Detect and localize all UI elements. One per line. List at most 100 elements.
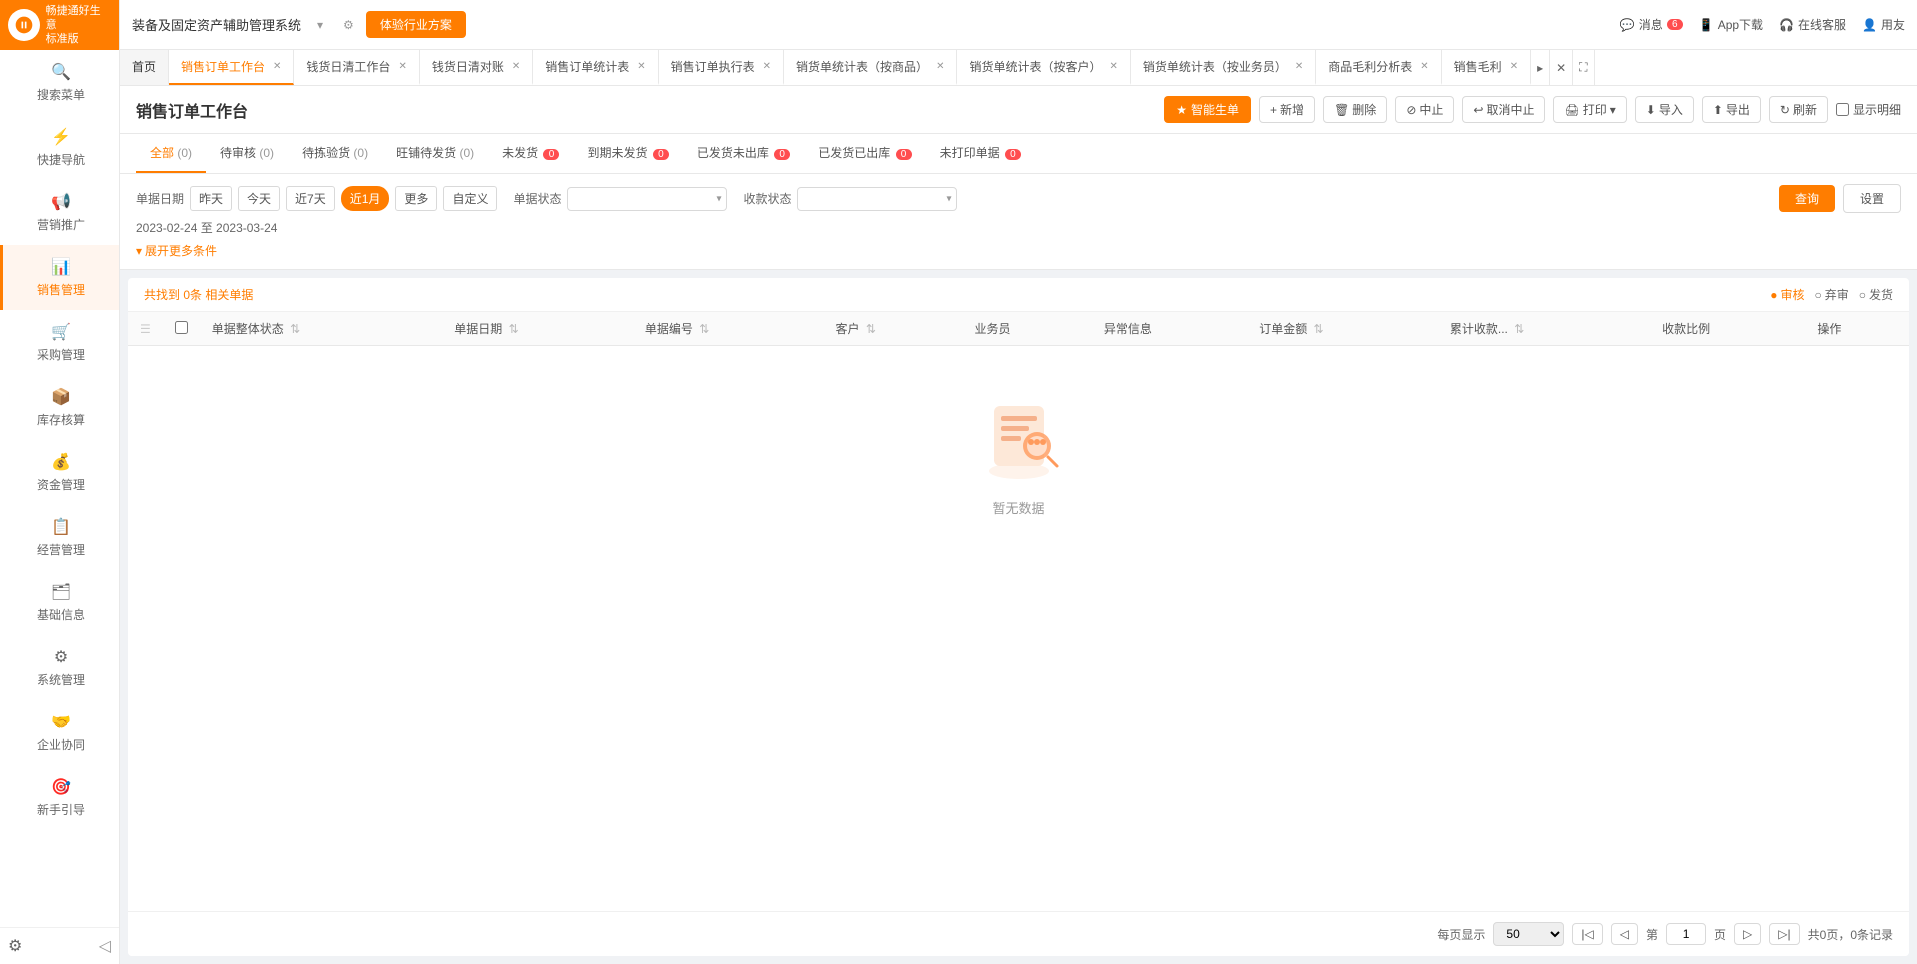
tab-close-gross-profit[interactable]: ✕ bbox=[1420, 61, 1428, 72]
payment-select[interactable] bbox=[797, 187, 957, 211]
sidebar-item-cooperation[interactable]: 🤝 企业协同 bbox=[0, 700, 119, 765]
table-scroll[interactable]: ☰ 单据整体状态 ⇅ 单据日期 ⇅ 单据编号 bbox=[128, 312, 1909, 911]
tab-sales-by-customer[interactable]: 销货单统计表（按客户） ✕ bbox=[957, 50, 1130, 85]
main-area: 装备及固定资产辅助管理系统 ▾ ⚙ 体验行业方案 💬 消息 6 📱 App下载 … bbox=[120, 0, 1917, 964]
filter-tab-shipped-not-out[interactable]: 已发货未出库 0 bbox=[683, 134, 804, 173]
prev-page-btn[interactable]: ◁ bbox=[1611, 923, 1638, 945]
tab-home[interactable]: 首页 bbox=[120, 50, 169, 85]
tab-cash-reconcile[interactable]: 钱货日清对账 ✕ bbox=[420, 50, 533, 85]
cancel-review-btn[interactable]: ○ 弃审 bbox=[1814, 286, 1848, 303]
add-btn[interactable]: + 新增 bbox=[1259, 96, 1315, 123]
tab-sales-exec[interactable]: 销售订单执行表 ✕ bbox=[659, 50, 784, 85]
first-page-btn[interactable]: |◁ bbox=[1572, 923, 1602, 945]
filter-tab-wangpu[interactable]: 旺铺待发货 (0) bbox=[382, 134, 488, 173]
set-btn[interactable]: 设置 bbox=[1843, 184, 1901, 213]
sort-number-icon[interactable]: ⇅ bbox=[699, 322, 709, 336]
sort-status-icon[interactable]: ⇅ bbox=[290, 322, 300, 336]
settings-gear-icon[interactable]: ⚙ bbox=[343, 18, 354, 32]
sort-collected-icon[interactable]: ⇅ bbox=[1514, 322, 1524, 336]
print-btn[interactable]: 🖨 打印 ▾ bbox=[1553, 96, 1626, 123]
date-yesterday-btn[interactable]: 昨天 bbox=[190, 186, 232, 211]
tab-close-sales-more[interactable]: ✕ bbox=[1510, 61, 1518, 72]
import-btn[interactable]: ⬇ 导入 bbox=[1635, 96, 1694, 123]
tab-more-btn[interactable]: ▸ bbox=[1531, 50, 1550, 85]
tab-close-sales-stats[interactable]: ✕ bbox=[637, 61, 645, 72]
th-checkbox[interactable] bbox=[163, 312, 200, 346]
sort-date-icon[interactable]: ⇅ bbox=[509, 322, 519, 336]
sidebar-item-purchase[interactable]: 🛒 采购管理 bbox=[0, 310, 119, 375]
show-detail-checkbox[interactable] bbox=[1836, 103, 1849, 116]
tab-close-sales-exec[interactable]: ✕ bbox=[763, 61, 771, 72]
sidebar-item-inventory[interactable]: 📦 库存核算 bbox=[0, 375, 119, 440]
sidebar-item-finance[interactable]: 💰 资金管理 bbox=[0, 440, 119, 505]
app-download-btn[interactable]: 📱 App下载 bbox=[1699, 16, 1763, 33]
next-page-btn[interactable]: ▷ bbox=[1734, 923, 1761, 945]
last-page-btn[interactable]: ▷| bbox=[1769, 923, 1799, 945]
tab-close-sales-by-staff[interactable]: ✕ bbox=[1295, 61, 1303, 72]
date-today-btn[interactable]: 今天 bbox=[238, 186, 280, 211]
delete-btn[interactable]: 🗑 删除 bbox=[1323, 96, 1387, 123]
tab-close-sales-by-customer[interactable]: ✕ bbox=[1109, 61, 1117, 72]
tab-sales-by-staff[interactable]: 销货单统计表（按业务员） ✕ bbox=[1131, 50, 1316, 85]
tab-close-sales-by-product[interactable]: ✕ bbox=[936, 61, 944, 72]
tab-maximize-btn[interactable]: ⛶ bbox=[1573, 50, 1594, 85]
sidebar-item-system[interactable]: ⚙ 系统管理 bbox=[0, 635, 119, 700]
query-btn[interactable]: 查询 bbox=[1779, 185, 1835, 212]
sort-amount-icon[interactable]: ⇅ bbox=[1314, 322, 1324, 336]
sidebar-item-basic-info[interactable]: 🗂 基础信息 bbox=[0, 570, 119, 635]
tab-close-all-btn[interactable]: ✕ bbox=[1550, 50, 1573, 85]
online-service-btn[interactable]: 🎧 在线客服 bbox=[1779, 16, 1846, 33]
table-header: ☰ 单据整体状态 ⇅ 单据日期 ⇅ 单据编号 bbox=[128, 312, 1909, 346]
collapse-icon[interactable]: ◁ bbox=[99, 936, 111, 956]
tab-sales-order[interactable]: 销售订单工作台 ✕ bbox=[169, 50, 294, 85]
search-icon: 🔍 bbox=[51, 62, 71, 82]
sidebar-item-sales[interactable]: 📊 销售管理 bbox=[0, 245, 119, 310]
show-detail-label[interactable]: 显示明细 bbox=[1836, 101, 1901, 118]
settings-icon[interactable]: ⚙ bbox=[8, 936, 22, 956]
logo-icon bbox=[8, 9, 40, 41]
cancel-stop-btn[interactable]: ↩ 取消中止 bbox=[1462, 96, 1545, 123]
messages-btn[interactable]: 💬 消息 6 bbox=[1620, 16, 1683, 33]
tab-close-cash-clear[interactable]: ✕ bbox=[398, 61, 406, 72]
status-select[interactable] bbox=[567, 187, 727, 211]
sidebar-item-quick-nav[interactable]: ⚡ 快捷导航 bbox=[0, 115, 119, 180]
sidebar-item-guide[interactable]: 🎯 新手引导 bbox=[0, 765, 119, 830]
tab-sales-stats[interactable]: 销售订单统计表 ✕ bbox=[533, 50, 658, 85]
review-btn[interactable]: ● 审核 bbox=[1770, 286, 1804, 303]
tab-cash-clear[interactable]: 钱货日清工作台 ✕ bbox=[294, 50, 419, 85]
sidebar-item-search[interactable]: 🔍 搜索菜单 bbox=[0, 50, 119, 115]
tab-gross-profit[interactable]: 商品毛利分析表 ✕ bbox=[1316, 50, 1441, 85]
dropdown-icon[interactable]: ▾ bbox=[317, 18, 323, 32]
th-customer: 客户 ⇅ bbox=[824, 312, 963, 346]
refresh-btn[interactable]: ↻ 刷新 bbox=[1769, 96, 1828, 123]
tab-sales-more[interactable]: 销售毛利 ✕ bbox=[1442, 50, 1531, 85]
page-input[interactable] bbox=[1666, 923, 1706, 945]
date-custom-btn[interactable]: 自定义 bbox=[443, 186, 497, 211]
filter-tab-not-printed[interactable]: 未打印单据 0 bbox=[926, 134, 1035, 173]
stop-btn[interactable]: ⊘ 中止 bbox=[1395, 96, 1454, 123]
filter-tab-shipped-out[interactable]: 已发货已出库 0 bbox=[804, 134, 925, 173]
export-btn[interactable]: ⬆ 导出 bbox=[1702, 96, 1761, 123]
filter-tab-pending-review[interactable]: 待审核 (0) bbox=[206, 134, 288, 173]
sort-customer-icon[interactable]: ⇅ bbox=[866, 322, 876, 336]
user-icon: 👤 bbox=[1862, 18, 1877, 32]
page-size-select[interactable]: 50 10 20 100 bbox=[1493, 922, 1564, 946]
solution-btn[interactable]: 体验行业方案 bbox=[366, 11, 466, 38]
expand-btn[interactable]: ▾ 展开更多条件 bbox=[136, 242, 1901, 259]
smart-btn[interactable]: ★ 智能生单 bbox=[1164, 96, 1251, 123]
tab-close-cash-reconcile[interactable]: ✕ bbox=[512, 61, 520, 72]
filter-tab-pending-check[interactable]: 待拣验货 (0) bbox=[288, 134, 382, 173]
sidebar-item-marketing[interactable]: 📢 营销推广 bbox=[0, 180, 119, 245]
filter-tab-not-shipped[interactable]: 未发货 0 bbox=[488, 134, 573, 173]
date-more-btn[interactable]: 更多 bbox=[395, 186, 437, 211]
date-1month-btn[interactable]: 近1月 bbox=[341, 186, 390, 211]
tab-sales-by-product[interactable]: 销货单统计表（按商品） ✕ bbox=[784, 50, 957, 85]
filter-tab-expired[interactable]: 到期未发货 0 bbox=[573, 134, 682, 173]
user-menu-btn[interactable]: 👤 用友 bbox=[1862, 16, 1905, 33]
select-all-checkbox[interactable] bbox=[175, 321, 188, 334]
date-7days-btn[interactable]: 近7天 bbox=[286, 186, 335, 211]
tab-close-sales-order[interactable]: ✕ bbox=[273, 61, 281, 72]
sidebar-item-operations[interactable]: 📋 经营管理 bbox=[0, 505, 119, 570]
filter-tab-all[interactable]: 全部 (0) bbox=[136, 134, 206, 173]
ship-btn[interactable]: ○ 发货 bbox=[1859, 286, 1893, 303]
